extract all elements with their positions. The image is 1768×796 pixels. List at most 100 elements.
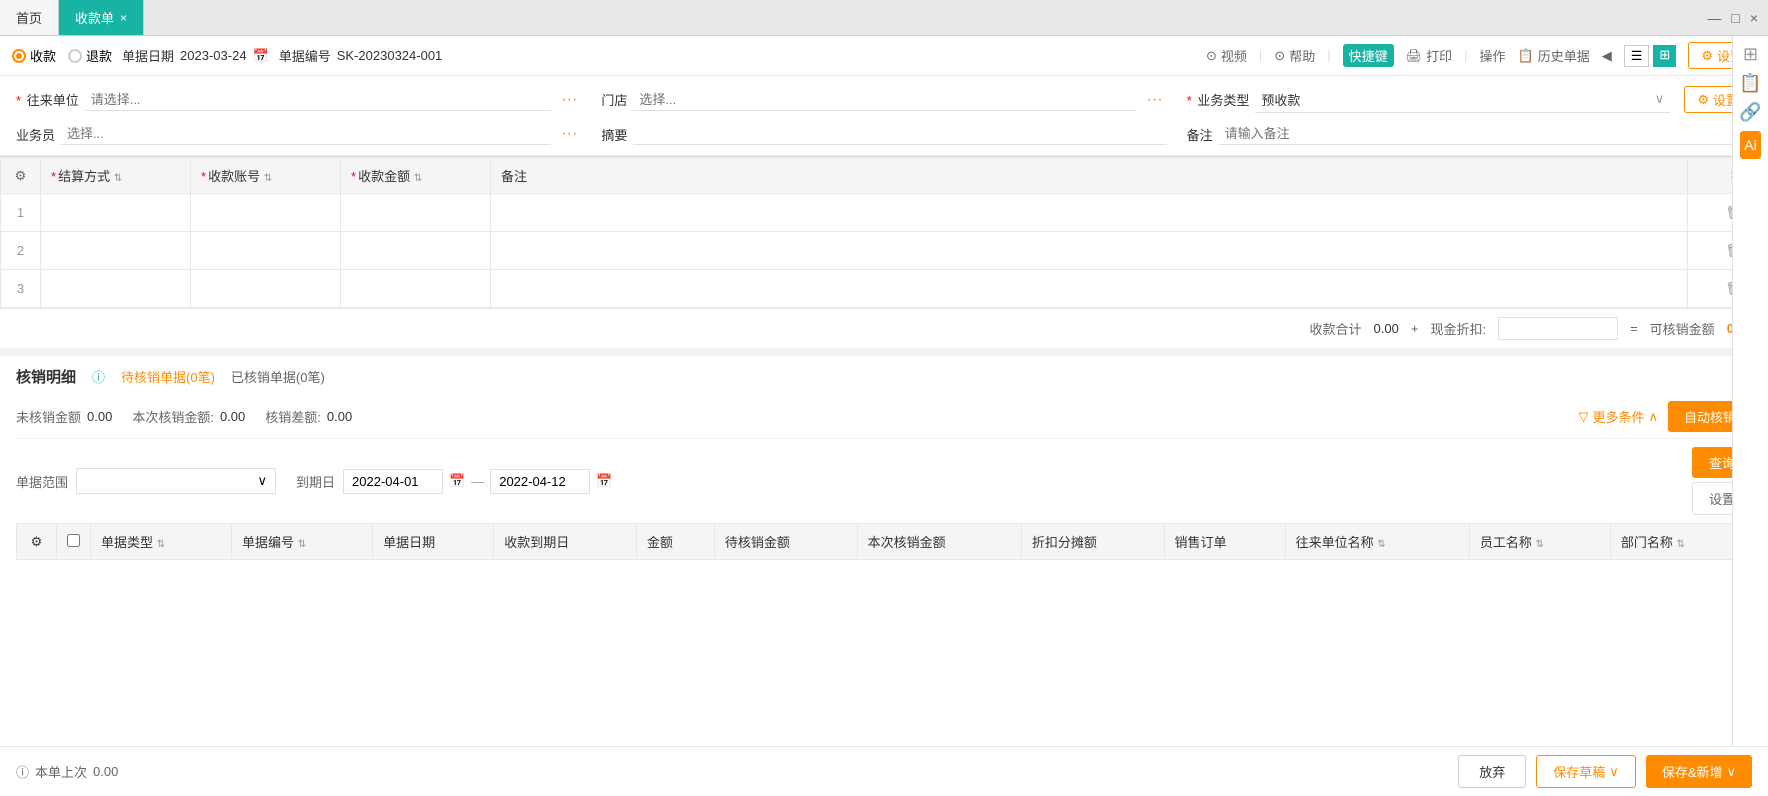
doc-num-value: SK-20230324-001 bbox=[337, 48, 443, 63]
due-date-start-input[interactable] bbox=[343, 469, 443, 494]
right-panel-link-icon[interactable]: 🔗 bbox=[1739, 102, 1761, 123]
history-btn[interactable]: 📋 历史单据 bbox=[1518, 46, 1590, 65]
print-icon: 🖨 bbox=[1406, 48, 1423, 64]
note-cell-3[interactable] bbox=[491, 270, 1688, 308]
help-btn[interactable]: ⊙ 帮助 bbox=[1274, 46, 1315, 65]
more-conditions-btn[interactable]: ▽ 更多条件 ∧ bbox=[1578, 407, 1658, 426]
date-separator: — bbox=[471, 474, 484, 489]
video-btn[interactable]: ⊙ 视频 bbox=[1206, 46, 1247, 65]
radio-refund[interactable]: 退款 bbox=[68, 46, 112, 65]
business-type-select[interactable]: 预收款 ∨ bbox=[1255, 87, 1670, 113]
verify-stats: 未核销金额 0.00 本次核销金额: 0.00 核销差额: 0.00 ▽ 更多条… bbox=[16, 395, 1752, 438]
maximize-button[interactable]: □ bbox=[1731, 10, 1739, 26]
nav-left-icon[interactable]: ◀ bbox=[1602, 48, 1612, 64]
range-select[interactable]: ∨ bbox=[76, 468, 276, 494]
right-panel-table-icon[interactable]: ⊞ bbox=[1743, 44, 1758, 65]
save-new-label: 保存&新增 bbox=[1662, 762, 1723, 781]
select-all-checkbox[interactable] bbox=[67, 534, 80, 547]
note-cell-1[interactable] bbox=[491, 194, 1688, 232]
verify-current-header: 本次核销金额 bbox=[857, 524, 1021, 560]
radio-receive[interactable]: 收款 bbox=[12, 46, 56, 65]
calendar-end-icon[interactable]: 📅 bbox=[596, 473, 612, 489]
right-panel-capture-icon[interactable]: Ai bbox=[1740, 131, 1760, 159]
tab-receipts[interactable]: 收款单 × bbox=[59, 0, 144, 35]
payment-cell-3[interactable] bbox=[41, 270, 191, 308]
payment-cell-2[interactable] bbox=[41, 232, 191, 270]
close-button[interactable]: × bbox=[1750, 10, 1758, 26]
row-num-1: 1 bbox=[1, 194, 41, 232]
current-verify-value: 0.00 bbox=[220, 409, 245, 424]
verify-staff-header: 员工名称 ⇅ bbox=[1469, 524, 1610, 560]
shortcut-btn[interactable]: 快捷键 bbox=[1343, 44, 1394, 67]
table-row: 1 🗑 ⧉ bbox=[1, 194, 1768, 232]
settings-icon: ⚙ bbox=[1701, 48, 1713, 64]
tab-bar-right: — □ × bbox=[1707, 10, 1768, 26]
total-value: 0.00 bbox=[1374, 321, 1399, 336]
verify-settings-header[interactable]: ⚙ bbox=[17, 524, 57, 560]
staff-input[interactable] bbox=[61, 123, 551, 145]
note-label: 备注 bbox=[1187, 125, 1213, 144]
business-type-value: 预收款 bbox=[1261, 90, 1654, 109]
tab-home-label: 首页 bbox=[16, 8, 42, 27]
pending-tab[interactable]: 待核销单据(0笔) bbox=[121, 367, 215, 386]
discount-input[interactable] bbox=[1498, 317, 1618, 340]
unverified-value: 0.00 bbox=[87, 409, 112, 424]
bottom-actions: 放弃 保存草稿 ∨ 保存&新增 ∨ bbox=[1458, 755, 1752, 788]
nav-arrows[interactable]: ◀ bbox=[1602, 48, 1612, 64]
current-info-value: 0.00 bbox=[93, 764, 118, 779]
calendar-icon[interactable]: 📅 bbox=[253, 48, 269, 64]
grid-view-btn[interactable]: ⊞ bbox=[1653, 45, 1676, 67]
partner-more-icon[interactable]: ··· bbox=[557, 91, 581, 109]
table-settings-header[interactable]: ⚙ bbox=[1, 158, 41, 194]
due-date-label: 到期日 bbox=[296, 472, 335, 491]
table-account-header: *收款账号 ⇅ bbox=[191, 158, 341, 194]
account-cell-2[interactable] bbox=[191, 232, 341, 270]
amount-cell-2[interactable] bbox=[341, 232, 491, 270]
account-cell-3[interactable] bbox=[191, 270, 341, 308]
table-payment-header: *结算方式 ⇅ bbox=[41, 158, 191, 194]
help-icon: ⊙ bbox=[1274, 48, 1285, 64]
verify-pending-header: 待核销金额 bbox=[714, 524, 857, 560]
note-cell-2[interactable] bbox=[491, 232, 1688, 270]
print-btn[interactable]: 🖨 打印 bbox=[1406, 46, 1453, 65]
note-input[interactable] bbox=[1219, 123, 1752, 145]
verify-checkbox-header[interactable] bbox=[57, 524, 91, 560]
verify-partner-header: 往来单位名称 ⇅ bbox=[1285, 524, 1469, 560]
operation-btn[interactable]: 操作 bbox=[1480, 46, 1506, 65]
print-label: 打印 bbox=[1426, 46, 1452, 65]
list-view-btn[interactable]: ☰ bbox=[1624, 45, 1650, 67]
verify-info-icon[interactable]: ⓘ bbox=[92, 367, 105, 386]
amount-cell-3[interactable] bbox=[341, 270, 491, 308]
store-input[interactable] bbox=[633, 89, 1136, 111]
verify-doc-date-header: 单据日期 bbox=[373, 524, 494, 560]
video-icon: ⊙ bbox=[1206, 48, 1217, 64]
receipts-table-area: ⚙ *结算方式 ⇅ *收款账号 ⇅ *收款金额 ⇅ bbox=[0, 156, 1768, 308]
save-new-btn[interactable]: 保存&新增 ∨ bbox=[1646, 755, 1752, 788]
amount-cell-1[interactable] bbox=[341, 194, 491, 232]
account-cell-1[interactable] bbox=[191, 194, 341, 232]
due-date-end-input[interactable] bbox=[490, 469, 590, 494]
summary-row: 收款合计 0.00 + 现金折扣: = 可核销金额 0.00 bbox=[0, 308, 1768, 348]
staff-more-icon[interactable]: ··· bbox=[557, 125, 581, 143]
abandon-btn[interactable]: 放弃 bbox=[1458, 755, 1526, 788]
toolbar: 收款 退款 单据日期 2023-03-24 📅 单据编号 SK-20230324… bbox=[0, 36, 1768, 76]
payment-cell-1[interactable] bbox=[41, 194, 191, 232]
form-row-1: * 往来单位 ··· 门店 ··· * 业务类型 bbox=[16, 86, 1752, 113]
summary-input[interactable] bbox=[633, 123, 1166, 145]
calendar-start-icon[interactable]: 📅 bbox=[449, 473, 465, 489]
minimize-button[interactable]: — bbox=[1707, 10, 1721, 26]
tab-home[interactable]: 首页 bbox=[0, 0, 59, 35]
store-more-icon[interactable]: ··· bbox=[1143, 91, 1167, 109]
row-num-2: 2 bbox=[1, 232, 41, 270]
radio-refund-label: 退款 bbox=[86, 46, 112, 65]
partner-field: * 往来单位 ··· bbox=[16, 89, 581, 111]
tab-close-icon[interactable]: × bbox=[120, 11, 127, 25]
due-date-range: 📅 — 📅 bbox=[343, 469, 612, 494]
verify-amount-label: 可核销金额 bbox=[1650, 319, 1715, 338]
right-panel-doc-icon[interactable]: 📋 bbox=[1739, 73, 1761, 94]
verify-sales-order-header: 销售订单 bbox=[1164, 524, 1285, 560]
save-draft-btn[interactable]: 保存草稿 ∨ bbox=[1536, 755, 1636, 788]
done-tab[interactable]: 已核销单据(0笔) bbox=[231, 367, 325, 386]
help-label: 帮助 bbox=[1289, 46, 1315, 65]
partner-input[interactable] bbox=[85, 89, 552, 111]
